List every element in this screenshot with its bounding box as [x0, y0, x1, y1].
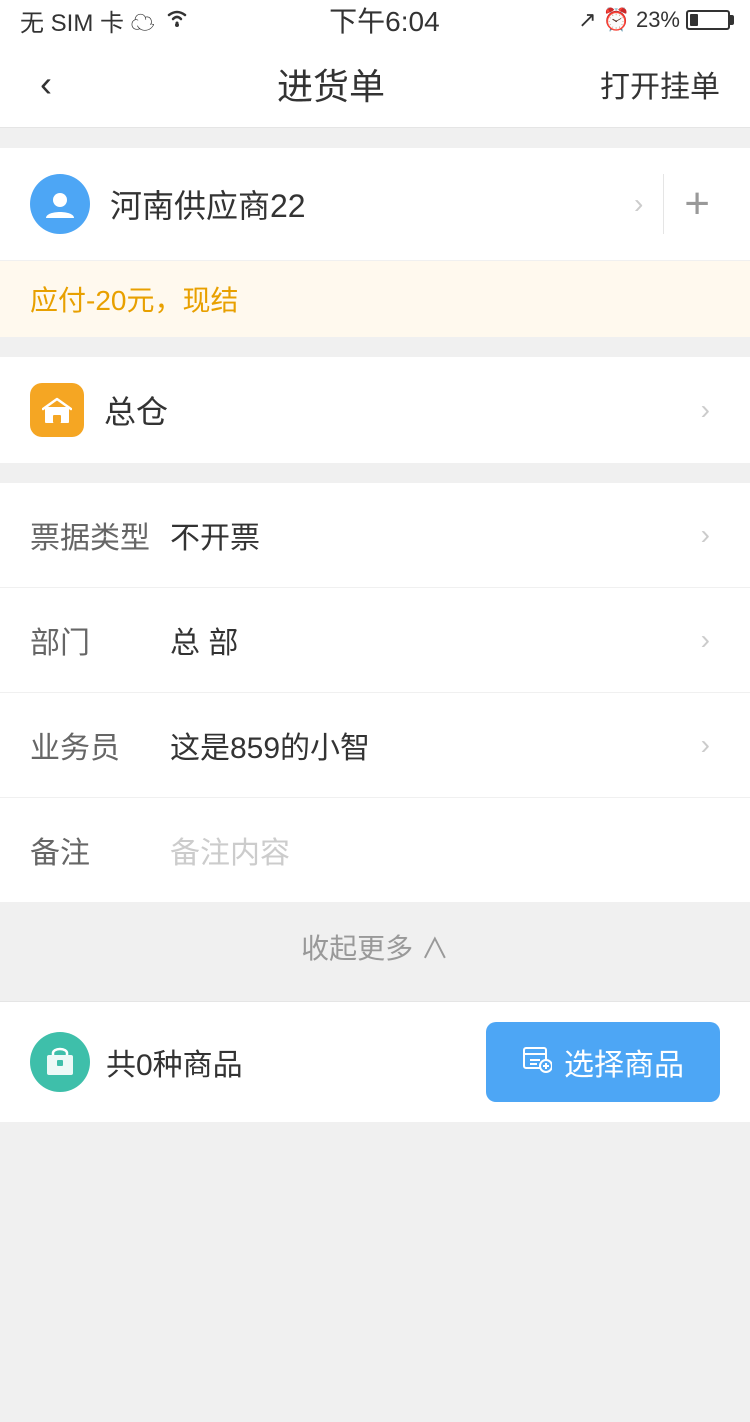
section-gap-3: [0, 463, 750, 483]
page-title: 进货单: [277, 58, 385, 110]
form-section: 票据类型 不开票 › 部门 总 部 › 业务员 这是859的小智 › 备注 备注…: [0, 483, 750, 903]
status-left: 无 SIM 卡 ☁: [20, 3, 191, 38]
supplier-name: 河南供应商22: [110, 181, 614, 227]
alarm-icon: ⏰: [603, 7, 630, 33]
back-button[interactable]: ‹: [30, 53, 62, 115]
wifi-icon: [163, 6, 191, 34]
product-count-text: 共0种商品: [106, 1040, 243, 1084]
supplier-info[interactable]: 河南供应商22 ›: [30, 174, 653, 234]
section-gap-1: [0, 128, 750, 148]
supplier-avatar: [30, 174, 90, 234]
status-time: 下午6:04: [329, 0, 440, 40]
section-gap-2: [0, 337, 750, 357]
select-product-button[interactable]: 选择商品: [486, 1022, 720, 1102]
add-supplier-button[interactable]: +: [674, 179, 720, 229]
warehouse-row[interactable]: 总仓 ›: [0, 357, 750, 463]
salesman-label: 业务员: [30, 723, 170, 767]
invoice-row[interactable]: 票据类型 不开票 ›: [0, 483, 750, 588]
status-bar: 无 SIM 卡 ☁ 下午6:04 ↗ ⏰ 23%: [0, 0, 750, 40]
location-icon: ↗: [578, 7, 596, 33]
supplier-divider: [663, 174, 664, 234]
collapse-toggle[interactable]: 收起更多 ∧: [0, 903, 750, 991]
invoice-value: 不开票: [170, 513, 701, 557]
select-btn-label: 选择商品: [564, 1040, 684, 1084]
dept-label: 部门: [30, 618, 170, 662]
nav-bar: ‹ 进货单 打开挂单: [0, 40, 750, 128]
salesman-chevron-icon: ›: [701, 729, 710, 761]
remark-input[interactable]: 备注内容: [170, 828, 720, 872]
status-right: ↗ ⏰ 23%: [578, 7, 730, 33]
warehouse-section[interactable]: 总仓 ›: [0, 357, 750, 463]
select-icon: [522, 1044, 552, 1081]
warehouse-chevron-icon: ›: [701, 394, 710, 426]
dept-value: 总 部: [170, 618, 701, 662]
dept-chevron-icon: ›: [701, 624, 710, 656]
collapse-label: 收起更多 ∧: [301, 927, 449, 967]
battery-percent: 23%: [636, 7, 680, 33]
product-icon: [30, 1032, 90, 1092]
dept-row[interactable]: 部门 总 部 ›: [0, 588, 750, 693]
invoice-chevron-icon: ›: [701, 519, 710, 551]
battery-icon: [686, 10, 730, 30]
remark-row[interactable]: 备注 备注内容: [0, 798, 750, 903]
supplier-section: 河南供应商22 › + 应付-20元，现结: [0, 148, 750, 337]
remark-label: 备注: [30, 828, 170, 872]
sim-label: 无 SIM 卡 ☁: [20, 3, 155, 38]
warehouse-icon: [30, 383, 84, 437]
bottom-bar: 共0种商品 选择商品: [0, 1001, 750, 1122]
warehouse-name: 总仓: [104, 387, 681, 433]
open-hang-button[interactable]: 打开挂单: [600, 62, 720, 106]
alert-banner: 应付-20元，现结: [0, 261, 750, 337]
invoice-label: 票据类型: [30, 513, 170, 557]
section-gap-4: [0, 991, 750, 1001]
salesman-value: 这是859的小智: [170, 723, 701, 767]
supplier-chevron-icon: ›: [634, 188, 643, 220]
salesman-row[interactable]: 业务员 这是859的小智 ›: [0, 693, 750, 798]
product-count-area: 共0种商品: [30, 1032, 243, 1092]
supplier-row[interactable]: 河南供应商22 › +: [0, 148, 750, 261]
page-background: [0, 1122, 750, 1422]
